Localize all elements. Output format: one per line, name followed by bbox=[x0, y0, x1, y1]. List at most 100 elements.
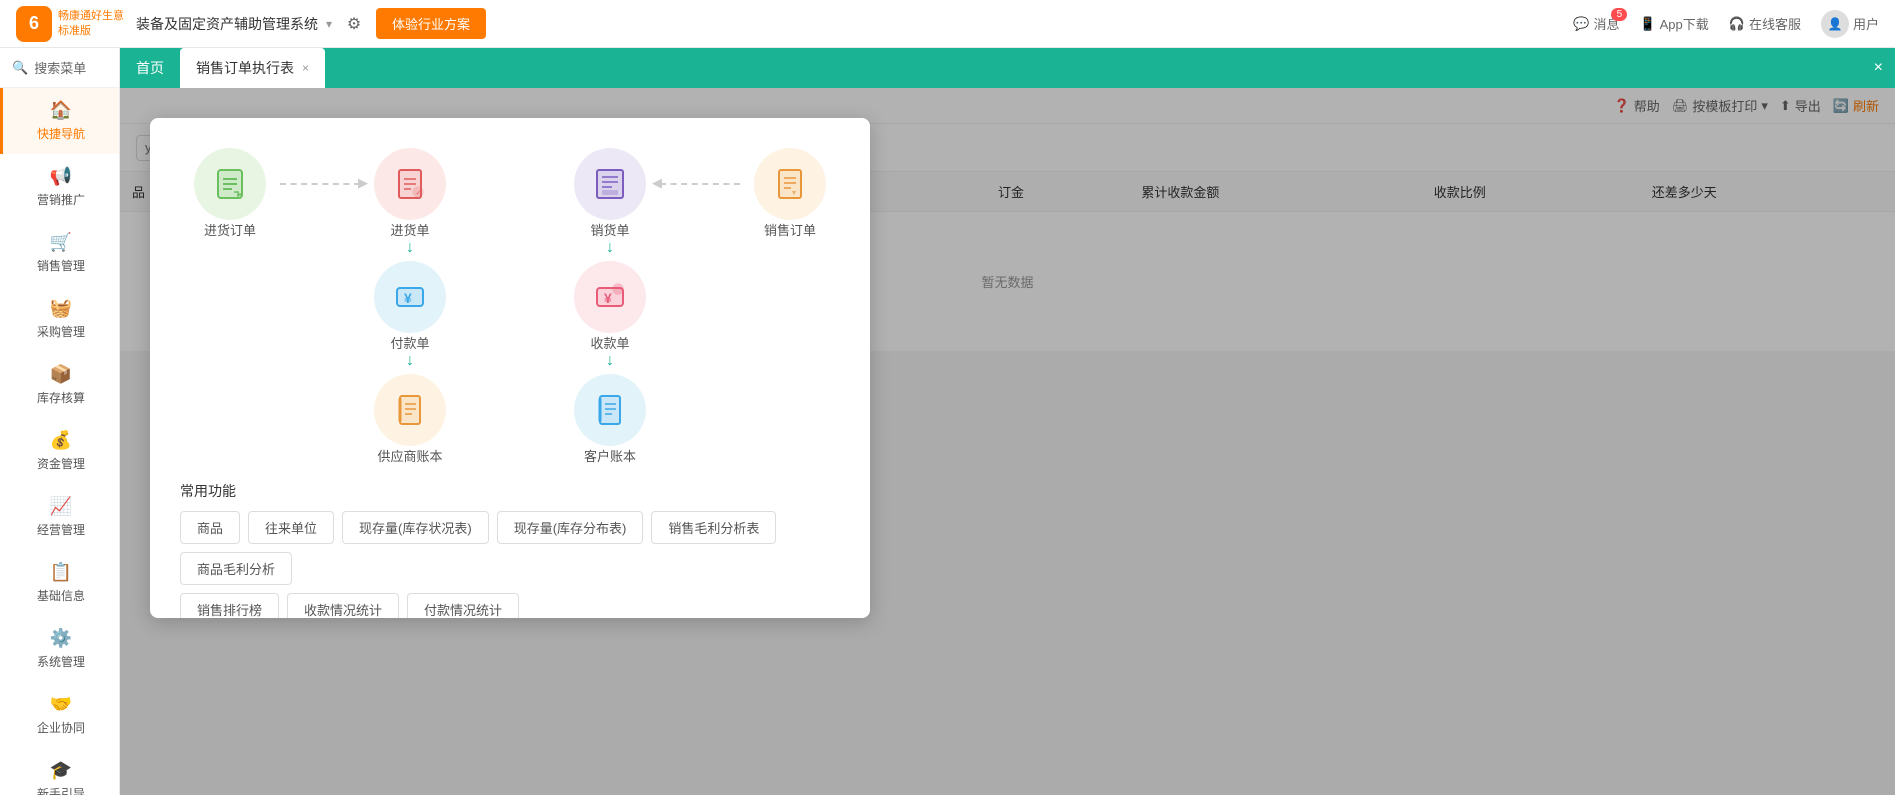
common-functions-title: 常用功能 bbox=[180, 481, 840, 501]
popup-overlay: 进货订单 ▶ bbox=[120, 88, 1895, 795]
receipt-bill-label: 收款单 bbox=[590, 333, 629, 352]
service-icon: 🎧 bbox=[1729, 16, 1745, 32]
purchase-bill-label: 进货单 bbox=[390, 220, 429, 239]
sales-bill-icon bbox=[574, 148, 646, 220]
avatar: 👤 bbox=[1821, 10, 1849, 38]
tab-home[interactable]: 首页 bbox=[120, 48, 180, 88]
marketing-icon: 📢 bbox=[50, 166, 72, 187]
svg-text:✓: ✓ bbox=[416, 190, 422, 197]
func-button-8[interactable]: 付款情况统计 bbox=[407, 593, 519, 618]
sidebar-item-label: 营销推广 bbox=[37, 191, 85, 208]
flow-node-sales-order[interactable]: 销售订单 bbox=[740, 148, 840, 239]
sidebar: 🔍 搜索菜单 🏠 快捷导航 📢 营销推广 🛒 销售管理 🧺 采购管理 📦 库存核… bbox=[0, 48, 120, 795]
flow-node-purchase-order[interactable]: 进货订单 bbox=[180, 148, 280, 239]
func-button-7[interactable]: 收款情况统计 bbox=[287, 593, 399, 618]
func-button-3[interactable]: 现存量(库存分布表) bbox=[497, 511, 644, 544]
sidebar-item-label: 系统管理 bbox=[37, 653, 85, 670]
sidebar-item-sales[interactable]: 🛒 销售管理 bbox=[0, 220, 119, 286]
payment-bill-icon: ¥ bbox=[374, 261, 446, 333]
app-icon: 📱 bbox=[1639, 16, 1655, 32]
payment-bill-label: 付款单 bbox=[390, 333, 429, 352]
user-menu[interactable]: 👤 用户 bbox=[1821, 10, 1879, 38]
sidebar-item-label: 资金管理 bbox=[37, 455, 85, 472]
system-dropdown-arrow[interactable]: ▾ bbox=[326, 17, 332, 31]
customer-ledger-icon bbox=[574, 374, 646, 446]
user-label: 用户 bbox=[1853, 14, 1879, 33]
message-button[interactable]: 💬 消息 5 bbox=[1573, 14, 1619, 33]
func-buttons-row1: 商品往来单位现存量(库存状况表)现存量(库存分布表)销售毛利分析表商品毛利分析 bbox=[180, 511, 840, 585]
logo-area: 6 畅康通好生意 标准版 bbox=[16, 6, 136, 42]
sidebar-item-enterprise[interactable]: 🤝 企业协同 bbox=[0, 682, 119, 748]
home-icon: 🏠 bbox=[50, 100, 72, 121]
purchase-bill-icon: ✓ bbox=[374, 148, 446, 220]
sidebar-item-basic-info[interactable]: 📋 基础信息 bbox=[0, 550, 119, 616]
logo-text: 畅康通好生意 标准版 bbox=[58, 9, 124, 38]
inventory-icon: 📦 bbox=[50, 364, 72, 385]
header-right: 💬 消息 5 📱 App下载 🎧 在线客服 👤 用户 bbox=[1573, 10, 1879, 38]
sales-icon: 🛒 bbox=[50, 232, 72, 253]
func-button-0[interactable]: 商品 bbox=[180, 511, 240, 544]
popup-box: 进货订单 ▶ bbox=[150, 118, 870, 618]
system-title: 装备及固定资产辅助管理系统 bbox=[136, 14, 318, 34]
flow-node-receipt-bill[interactable]: ¥ 收款单 bbox=[560, 261, 660, 352]
message-icon: 💬 bbox=[1573, 16, 1589, 32]
sales-order-label: 销售订单 bbox=[764, 220, 816, 239]
system-title-area: 装备及固定资产辅助管理系统 ▾ ⚙ 体验行业方案 bbox=[136, 8, 1573, 39]
sidebar-item-inventory[interactable]: 📦 库存核算 bbox=[0, 352, 119, 418]
search-icon: 🔍 bbox=[12, 60, 28, 76]
func-button-4[interactable]: 销售毛利分析表 bbox=[651, 511, 776, 544]
sidebar-item-label: 基础信息 bbox=[37, 587, 85, 604]
newbie-icon: 🎓 bbox=[50, 760, 72, 781]
enterprise-icon: 🤝 bbox=[50, 694, 72, 715]
sidebar-item-label: 采购管理 bbox=[37, 323, 85, 340]
sidebar-item-system[interactable]: ⚙️ 系统管理 bbox=[0, 616, 119, 682]
top-header: 6 畅康通好生意 标准版 装备及固定资产辅助管理系统 ▾ ⚙ 体验行业方案 💬 … bbox=[0, 0, 1895, 48]
tab-bar-close-button[interactable]: × bbox=[1874, 59, 1883, 77]
func-button-1[interactable]: 往来单位 bbox=[248, 511, 334, 544]
sidebar-item-quick-guide[interactable]: 🏠 快捷导航 bbox=[0, 88, 119, 154]
supplier-ledger-label: 供应商账本 bbox=[377, 446, 442, 465]
sidebar-item-operation[interactable]: 📈 经营管理 bbox=[0, 484, 119, 550]
flow-node-supplier-ledger[interactable]: 供应商账本 bbox=[360, 374, 460, 465]
purchase-order-label: 进货订单 bbox=[204, 220, 256, 239]
tab-sales-order[interactable]: 销售订单执行表 × bbox=[180, 48, 325, 88]
flow-node-sales-bill[interactable]: 销货单 bbox=[560, 148, 660, 239]
content-area: 首页 销售订单执行表 × × ❓ 帮助 🖨 按模板打印 ▾ bbox=[120, 48, 1895, 795]
main-layout: 🔍 搜索菜单 🏠 快捷导航 📢 营销推广 🛒 销售管理 🧺 采购管理 📦 库存核… bbox=[0, 48, 1895, 795]
supplier-ledger-icon bbox=[374, 374, 446, 446]
capital-icon: 💰 bbox=[50, 430, 72, 451]
sidebar-item-purchase[interactable]: 🧺 采购管理 bbox=[0, 286, 119, 352]
search-menu[interactable]: 🔍 搜索菜单 bbox=[0, 48, 119, 88]
func-button-2[interactable]: 现存量(库存状况表) bbox=[342, 511, 489, 544]
sidebar-item-label: 经营管理 bbox=[37, 521, 85, 538]
basic-info-icon: 📋 bbox=[50, 562, 72, 583]
settings-icon[interactable]: ⚙ bbox=[340, 10, 368, 38]
tab-bar: 首页 销售订单执行表 × × bbox=[120, 48, 1895, 88]
sidebar-item-newbie[interactable]: 🎓 新手引导 bbox=[0, 748, 119, 795]
func-buttons-row2: 销售排行榜收款情况统计付款情况统计 bbox=[180, 593, 840, 618]
svg-text:¥: ¥ bbox=[404, 290, 412, 306]
purchase-order-icon bbox=[194, 148, 266, 220]
flow-node-customer-ledger[interactable]: 客户账本 bbox=[560, 374, 660, 465]
tab-close-icon[interactable]: × bbox=[302, 61, 309, 75]
try-industry-button[interactable]: 体验行业方案 bbox=[376, 8, 486, 39]
receipt-bill-icon: ¥ bbox=[574, 261, 646, 333]
online-service-button[interactable]: 🎧 在线客服 bbox=[1729, 14, 1801, 33]
flow-node-purchase-bill[interactable]: ✓ 进货单 bbox=[360, 148, 460, 239]
sidebar-item-label: 快捷导航 bbox=[37, 125, 85, 142]
app-download-button[interactable]: 📱 App下载 bbox=[1639, 14, 1708, 33]
system-icon: ⚙️ bbox=[50, 628, 72, 649]
sales-order-icon bbox=[754, 148, 826, 220]
sidebar-item-marketing[interactable]: 📢 营销推广 bbox=[0, 154, 119, 220]
svg-text:¥: ¥ bbox=[604, 290, 612, 306]
operation-icon: 📈 bbox=[50, 496, 72, 517]
sidebar-item-label: 企业协同 bbox=[37, 719, 85, 736]
purchase-icon: 🧺 bbox=[50, 298, 72, 319]
logo-icon: 6 bbox=[16, 6, 52, 42]
func-button-5[interactable]: 商品毛利分析 bbox=[180, 552, 292, 585]
sidebar-item-capital[interactable]: 💰 资金管理 bbox=[0, 418, 119, 484]
sidebar-item-label: 销售管理 bbox=[37, 257, 85, 274]
customer-ledger-label: 客户账本 bbox=[584, 446, 636, 465]
flow-node-payment-bill[interactable]: ¥ 付款单 bbox=[360, 261, 460, 352]
func-button-6[interactable]: 销售排行榜 bbox=[180, 593, 279, 618]
